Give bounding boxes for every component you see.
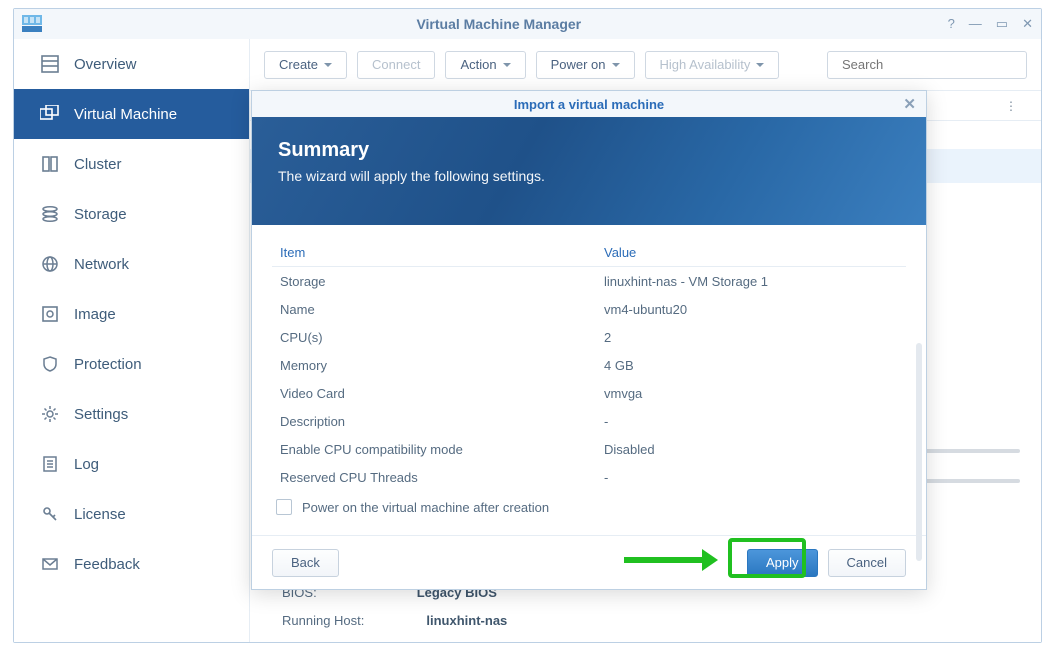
storage-icon	[40, 204, 60, 224]
table-row: Reserved CPU Threads-	[272, 463, 906, 491]
dialog-titlebar: Import a virtual machine ✕	[252, 91, 926, 117]
dialog-close-icon[interactable]: ✕	[903, 95, 916, 113]
summary-table: Item Value Storagelinuxhint-nas - VM Sto…	[272, 239, 906, 491]
poweron-checkbox-row: Power on the virtual machine after creat…	[272, 499, 906, 515]
table-row: Storagelinuxhint-nas - VM Storage 1	[272, 267, 906, 295]
app-icon	[22, 15, 42, 33]
sidebar-item-label: Settings	[74, 406, 128, 423]
vm-icon	[40, 104, 60, 124]
table-row: CPU(s)2	[272, 323, 906, 351]
sidebar-item-label: Image	[74, 306, 116, 323]
sidebar-item-label: License	[74, 506, 126, 523]
dialog-body: Item Value Storagelinuxhint-nas - VM Sto…	[252, 225, 926, 535]
protection-icon	[40, 354, 60, 374]
sidebar-item-label: Log	[74, 456, 99, 473]
progress-bar	[920, 449, 1020, 453]
summary-table-header: Item Value	[272, 239, 906, 267]
table-row: Video Cardvmvga	[272, 379, 906, 407]
sidebar-item-label: Feedback	[74, 556, 140, 573]
close-icon[interactable]: ✕	[1022, 16, 1033, 32]
window-title: Virtual Machine Manager	[50, 16, 948, 32]
poweron-checkbox[interactable]	[276, 499, 292, 515]
import-vm-dialog: Import a virtual machine ✕ Summary The w…	[251, 90, 927, 590]
key-icon	[40, 504, 60, 524]
network-icon	[40, 254, 60, 274]
action-button[interactable]: Action	[445, 51, 525, 79]
create-button[interactable]: Create	[264, 51, 347, 79]
cluster-icon	[40, 154, 60, 174]
cancel-button[interactable]: Cancel	[828, 549, 906, 577]
minimize-icon[interactable]: —	[969, 16, 982, 32]
back-button[interactable]: Back	[272, 549, 339, 577]
summary-subtitle: The wizard will apply the following sett…	[278, 168, 900, 184]
dialog-title: Import a virtual machine	[514, 97, 664, 112]
sidebar-item-label: Virtual Machine	[74, 106, 177, 123]
scrollbar[interactable]	[916, 343, 922, 561]
sidebar-item-cluster[interactable]: Cluster	[14, 139, 249, 189]
hdr-item: Item	[272, 245, 600, 260]
poweron-label: Power on the virtual machine after creat…	[302, 500, 549, 515]
maximize-icon[interactable]: ▭	[996, 16, 1008, 32]
sidebar-item-label: Protection	[74, 356, 142, 373]
sidebar-item-protection[interactable]: Protection	[14, 339, 249, 389]
summary-heading: Summary	[278, 139, 900, 162]
toolbar: Create Connect Action Power on High Avai…	[250, 39, 1041, 91]
sidebar-item-log[interactable]: Log	[14, 439, 249, 489]
connect-button[interactable]: Connect	[357, 51, 435, 79]
sidebar-item-feedback[interactable]: Feedback	[14, 539, 249, 589]
chevron-down-icon	[324, 63, 332, 67]
image-icon	[40, 304, 60, 324]
feedback-icon	[40, 554, 60, 574]
sidebar: Overview Virtual Machine Cluster Storage…	[14, 39, 250, 642]
progress-bar	[920, 479, 1020, 483]
search-input[interactable]	[827, 51, 1027, 79]
running-host-label: Running Host:	[282, 607, 364, 634]
sidebar-item-settings[interactable]: Settings	[14, 389, 249, 439]
ha-button[interactable]: High Availability	[645, 51, 780, 79]
sidebar-item-overview[interactable]: Overview	[14, 39, 249, 89]
sidebar-item-storage[interactable]: Storage	[14, 189, 249, 239]
table-row: Memory4 GB	[272, 351, 906, 379]
overview-icon	[40, 54, 60, 74]
help-icon[interactable]: ?	[948, 16, 955, 32]
sidebar-item-label: Network	[74, 256, 129, 273]
chevron-down-icon	[756, 63, 764, 67]
col-menu-icon[interactable]: ⋮	[1005, 99, 1017, 113]
hdr-value: Value	[600, 245, 906, 260]
gear-icon	[40, 404, 60, 424]
sidebar-item-network[interactable]: Network	[14, 239, 249, 289]
sidebar-item-label: Cluster	[74, 156, 122, 173]
table-row: Enable CPU compatibility modeDisabled	[272, 435, 906, 463]
table-row: Description-	[272, 407, 906, 435]
table-row: Namevm4-ubuntu20	[272, 295, 906, 323]
sidebar-item-label: Overview	[74, 56, 137, 73]
apply-button[interactable]: Apply	[747, 549, 818, 577]
sidebar-item-virtual-machine[interactable]: Virtual Machine	[14, 89, 249, 139]
titlebar: Virtual Machine Manager ? — ▭ ✕	[14, 9, 1041, 39]
sidebar-item-label: Storage	[74, 206, 127, 223]
dialog-banner: Summary The wizard will apply the follow…	[252, 117, 926, 225]
running-host-value: linuxhint-nas	[426, 607, 507, 634]
chevron-down-icon	[503, 63, 511, 67]
chevron-down-icon	[612, 63, 620, 67]
sidebar-item-license[interactable]: License	[14, 489, 249, 539]
sidebar-item-image[interactable]: Image	[14, 289, 249, 339]
log-icon	[40, 454, 60, 474]
dialog-footer: Back Apply Cancel	[252, 535, 926, 589]
power-button[interactable]: Power on	[536, 51, 635, 79]
search-field[interactable]	[842, 57, 1018, 72]
